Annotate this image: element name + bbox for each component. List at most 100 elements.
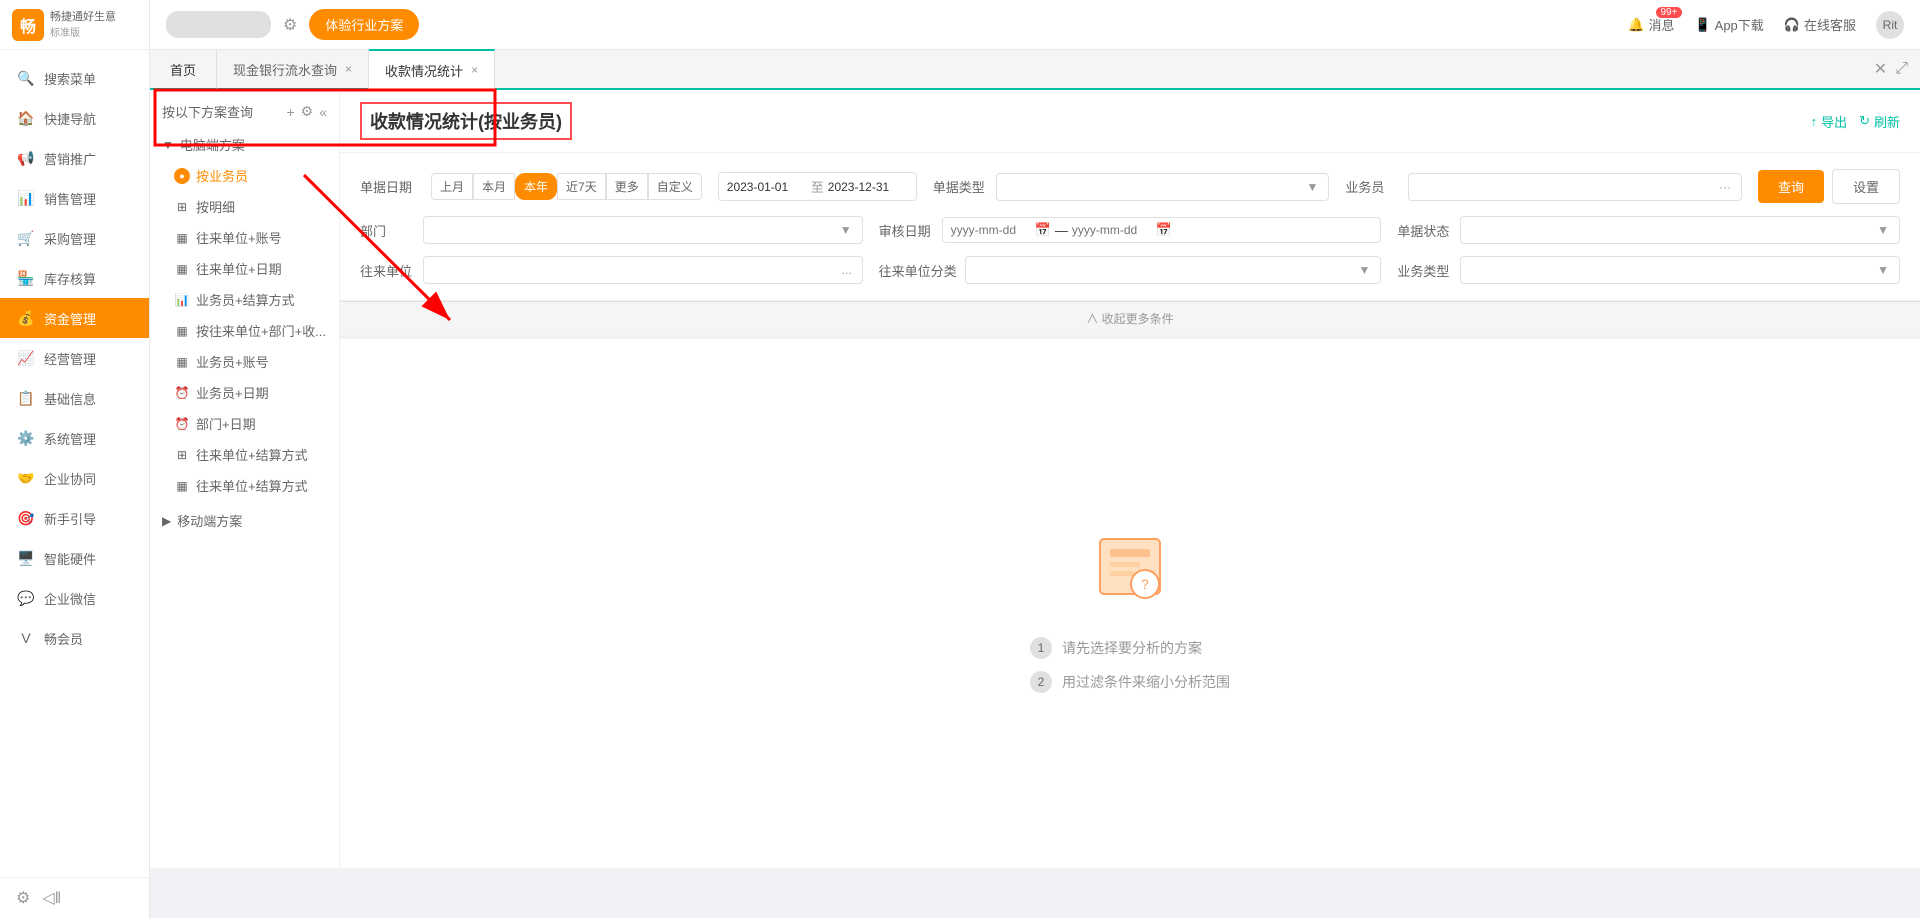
sidebar-item-purchase[interactable]: 🛒 采购管理 bbox=[0, 218, 149, 258]
sidebar-item-newguide[interactable]: 🎯 新手引导 bbox=[0, 498, 149, 538]
date-label: 单据日期 bbox=[360, 177, 415, 196]
dept-select[interactable]: ▼ bbox=[423, 216, 863, 244]
sidebar-item-inventory[interactable]: 🏪 库存核算 bbox=[0, 258, 149, 298]
calendar-start-icon[interactable]: 📅 bbox=[1035, 222, 1051, 238]
sidebar-item-label: 智能硬件 bbox=[44, 549, 96, 568]
topbar-right: 🔔 消息 99+ 📱 App下载 🎧 在线客服 Rit bbox=[1628, 11, 1904, 39]
service-icon: 🎧 bbox=[1784, 17, 1800, 33]
date-end-input[interactable] bbox=[828, 180, 908, 194]
query-btn[interactable]: 查询 bbox=[1758, 170, 1824, 203]
sidebar-item-marketing[interactable]: 📢 营销推广 bbox=[0, 138, 149, 178]
sidebar-item-basic[interactable]: 📋 基础信息 bbox=[0, 378, 149, 418]
partnertype-select[interactable]: ▼ bbox=[965, 256, 1382, 284]
filter-dept-item: 部门 ▼ bbox=[360, 216, 863, 244]
tab-bankflow-close[interactable]: × bbox=[345, 62, 352, 76]
filter-staff-item: 业务员 ··· bbox=[1345, 173, 1742, 201]
date-tab-thismonth[interactable]: 本月 bbox=[473, 173, 515, 200]
biztype-select[interactable]: ▼ bbox=[1460, 256, 1900, 284]
topbar-left: ⚙ 体验行业方案 bbox=[166, 9, 419, 40]
add-plan-btn[interactable]: + bbox=[286, 104, 294, 120]
topbar-settings-icon[interactable]: ⚙ bbox=[283, 15, 297, 35]
date-separator: 至 bbox=[811, 177, 824, 196]
tab-receivable-close[interactable]: × bbox=[471, 63, 478, 77]
topbar-app-download[interactable]: 📱 App下载 bbox=[1694, 15, 1763, 34]
staff-select[interactable]: ··· bbox=[1408, 173, 1742, 201]
inventory-icon: 🏪 bbox=[16, 268, 36, 288]
tree-item-9[interactable]: ⊞ 往来单位+结算方式 bbox=[162, 439, 339, 470]
partnertype-arrow: ▼ bbox=[1358, 263, 1370, 277]
tree-item-10[interactable]: ▦ 往来单位+结算方式 bbox=[162, 470, 339, 501]
doctype-select[interactable]: ▼ bbox=[996, 173, 1330, 201]
refresh-btn[interactable]: ↻ 刷新 bbox=[1859, 112, 1900, 131]
sidebar-item-sales[interactable]: 📊 销售管理 bbox=[0, 178, 149, 218]
sidebar-item-search[interactable]: 🔍 搜索菜单 bbox=[0, 58, 149, 98]
date-range-input[interactable]: 至 bbox=[718, 172, 917, 201]
export-label: 导出 bbox=[1821, 112, 1847, 131]
sidebar-item-operation[interactable]: 📈 经营管理 bbox=[0, 338, 149, 378]
setting-btn[interactable]: 设置 bbox=[1832, 169, 1900, 204]
sidebar-item-quicknav[interactable]: 🏠 快捷导航 bbox=[0, 98, 149, 138]
filter-partner-item: 往来单位 ... bbox=[360, 256, 863, 284]
date-start-input[interactable] bbox=[727, 180, 807, 194]
tree-desktop-section: ▼ 电脑端方案 ● 按业务员 ⊞ 按明细 ▦ bbox=[150, 129, 339, 501]
sidebar-item-system[interactable]: ⚙️ 系统管理 bbox=[0, 418, 149, 458]
tree-item-0[interactable]: ● 按业务员 bbox=[162, 160, 339, 191]
tree-item-8[interactable]: ⏰ 部门+日期 bbox=[162, 408, 339, 439]
export-btn[interactable]: ↑ 导出 bbox=[1811, 112, 1848, 131]
smarthw-icon: 🖥️ bbox=[16, 548, 36, 568]
tree-item-6[interactable]: ▦ 业务员+账号 bbox=[162, 346, 339, 377]
tab-home[interactable]: 首页 bbox=[150, 49, 217, 89]
sidebar-item-smarthw[interactable]: 🖥️ 智能硬件 bbox=[0, 538, 149, 578]
sidebar-item-member[interactable]: V 畅会员 bbox=[0, 618, 149, 658]
step-num-2: 2 bbox=[1030, 671, 1052, 693]
tree-item-1[interactable]: ⊞ 按明细 bbox=[162, 191, 339, 222]
user-avatar[interactable]: Rit bbox=[1876, 11, 1904, 39]
tree-item-5[interactable]: ▦ 按往来单位+部门+收... bbox=[162, 315, 339, 346]
tab-close-all-icon[interactable]: ✕ bbox=[1874, 59, 1887, 79]
review-end-input[interactable] bbox=[1072, 223, 1152, 237]
trial-btn[interactable]: 体验行业方案 bbox=[309, 9, 419, 40]
sidebar-item-wechat[interactable]: 💬 企业微信 bbox=[0, 578, 149, 618]
tab-maximize-icon[interactable]: ⤢ bbox=[1895, 60, 1908, 78]
logo-edition: 标准版 bbox=[50, 24, 116, 39]
docstatus-select[interactable]: ▼ bbox=[1460, 216, 1900, 244]
step-text-2: 用过滤条件来缩小分析范围 bbox=[1062, 672, 1230, 692]
tree-mobile-label[interactable]: ▶ 移动端方案 bbox=[150, 505, 339, 536]
biztype-label: 业务类型 bbox=[1397, 261, 1452, 280]
tree-item-7[interactable]: ⏰ 业务员+日期 bbox=[162, 377, 339, 408]
refresh-label: 刷新 bbox=[1874, 112, 1900, 131]
date-tab-custom[interactable]: 自定义 bbox=[648, 173, 702, 200]
topbar-service[interactable]: 🎧 在线客服 bbox=[1784, 15, 1856, 34]
review-date-range[interactable]: 📅 — 📅 bbox=[942, 217, 1382, 243]
partner-select[interactable]: ... bbox=[423, 256, 863, 284]
tab-bankflow[interactable]: 现金银行流水查询 × bbox=[217, 49, 369, 89]
collapse-bar[interactable]: ∧ 收起更多条件 bbox=[340, 301, 1920, 335]
expand-bottom-icon[interactable]: ◁‖ bbox=[42, 888, 61, 908]
tree-item-3[interactable]: ▦ 往来单位+日期 bbox=[162, 253, 339, 284]
tree-item-2[interactable]: ▦ 往来单位+账号 bbox=[162, 222, 339, 253]
date-tab-thisyear[interactable]: 本年 bbox=[515, 173, 557, 200]
msg-badge: 99+ bbox=[1656, 7, 1683, 18]
sidebar-item-label: 畅会员 bbox=[44, 629, 83, 648]
topbar-msg[interactable]: 🔔 消息 99+ bbox=[1628, 15, 1674, 34]
table-icon: ▦ bbox=[174, 230, 190, 246]
tab-receivable[interactable]: 收款情况统计 × bbox=[369, 49, 495, 89]
settings-bottom-icon[interactable]: ⚙ bbox=[16, 888, 30, 908]
clock-icon: ⏰ bbox=[174, 385, 190, 401]
calendar-end-icon[interactable]: 📅 bbox=[1156, 222, 1172, 238]
sidebar-item-finance[interactable]: 💰 资金管理 bbox=[0, 298, 149, 338]
date-tab-lastmonth[interactable]: 上月 bbox=[431, 173, 473, 200]
review-start-input[interactable] bbox=[951, 223, 1031, 237]
setting-plan-btn[interactable]: ⚙ bbox=[301, 103, 314, 120]
date-tab-7days[interactable]: 近7天 bbox=[557, 173, 606, 200]
partner-more-icon[interactable]: ... bbox=[842, 263, 852, 277]
export-icon: ↑ bbox=[1811, 114, 1818, 129]
tree-item-4[interactable]: 📊 业务员+结算方式 bbox=[162, 284, 339, 315]
tree-desktop-label[interactable]: ▼ 电脑端方案 bbox=[150, 129, 339, 160]
sidebar-item-enterprise[interactable]: 🤝 企业协同 bbox=[0, 458, 149, 498]
collapse-panel-btn[interactable]: « bbox=[319, 104, 327, 120]
tab-receivable-label: 收款情况统计 bbox=[385, 61, 463, 80]
sidebar-item-label: 企业微信 bbox=[44, 589, 96, 608]
logo-text-block: 畅捷通好生意 标准版 bbox=[50, 10, 116, 39]
date-tab-more[interactable]: 更多 bbox=[606, 173, 648, 200]
